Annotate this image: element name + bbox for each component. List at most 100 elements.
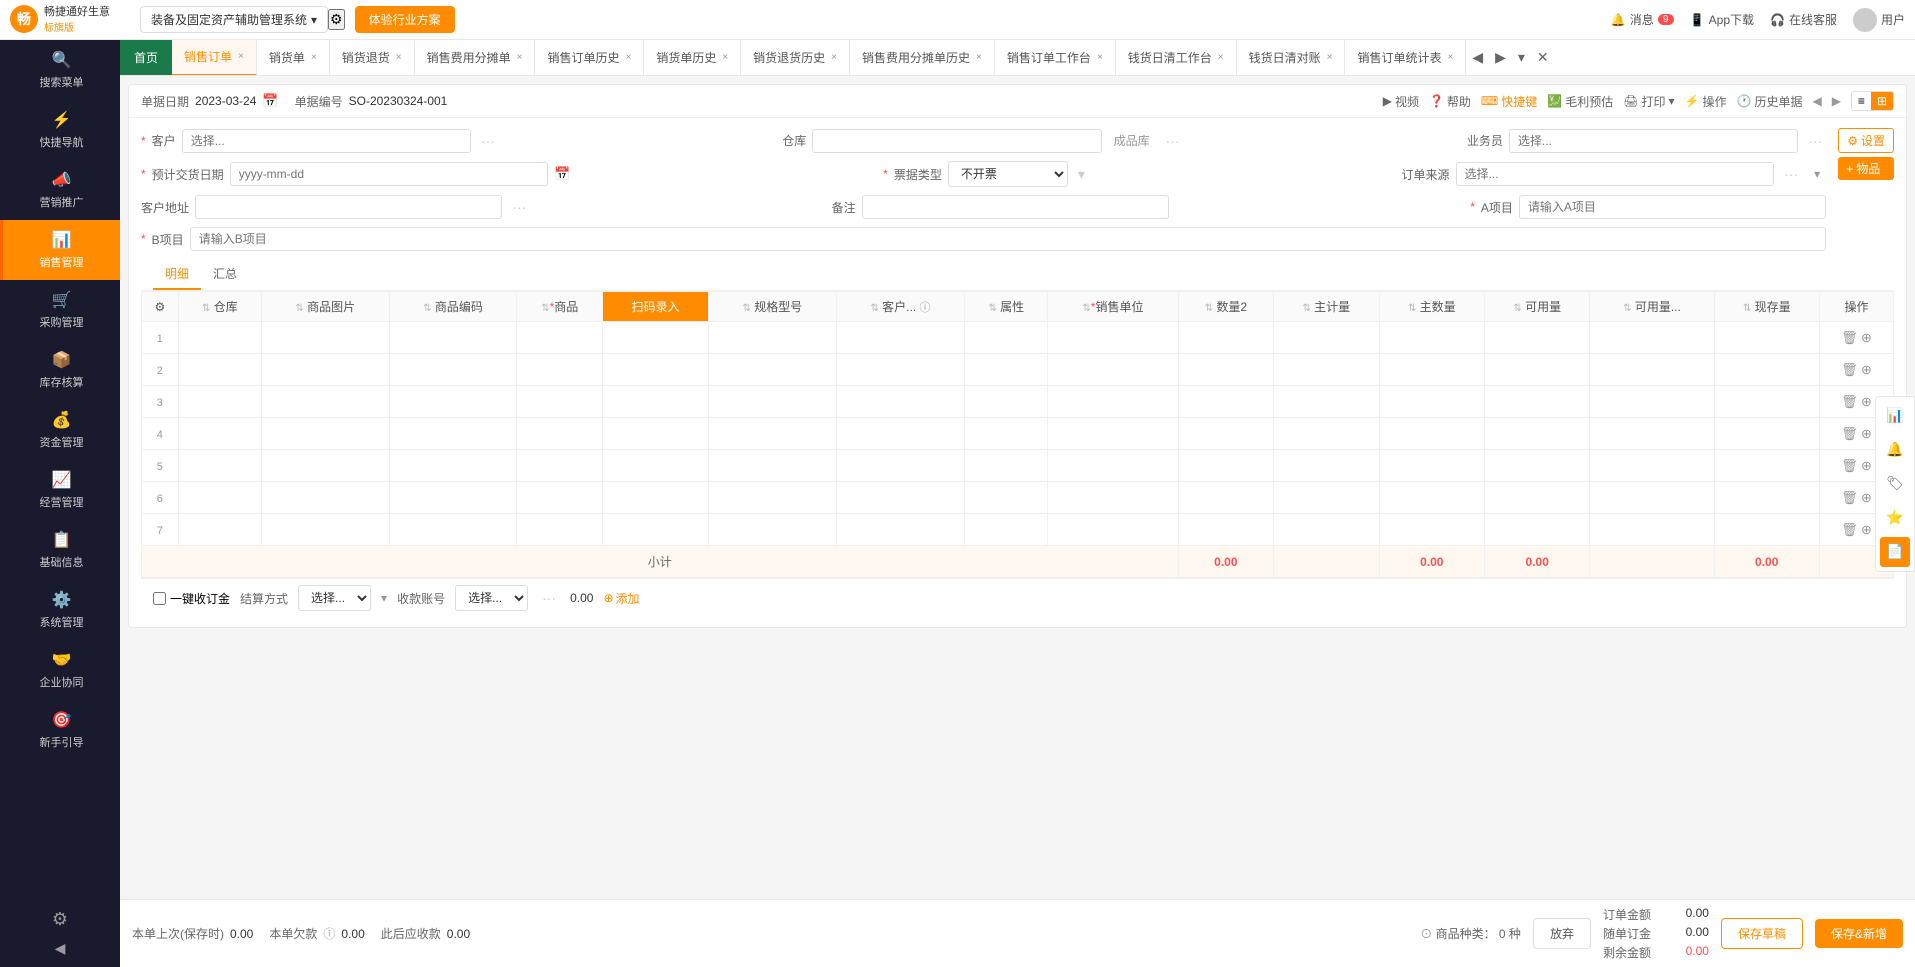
sidebar-item-collab[interactable]: 🤝 企业协同 — [0, 640, 120, 700]
tab-home[interactable]: 首页 — [120, 40, 172, 76]
row-7-name[interactable] — [517, 514, 603, 546]
row-3-delete-btn[interactable]: 🗑 — [1841, 394, 1858, 409]
row-2-attribute[interactable] — [965, 354, 1048, 386]
tab-close-fee-history[interactable]: × — [976, 52, 982, 63]
order-source-dropdown-icon[interactable]: ▾ — [1808, 163, 1826, 185]
shortcut-btn[interactable]: ⌨ 快捷键 — [1481, 93, 1537, 110]
tab-close-order-stats[interactable]: × — [1447, 52, 1453, 63]
addr-more-icon[interactable]: ··· — [508, 199, 530, 215]
row-4-code[interactable] — [389, 418, 517, 450]
customer-input[interactable] — [182, 129, 471, 153]
right-sidebar-btn-4[interactable]: ⭐ — [1880, 503, 1910, 533]
tab-order-history[interactable]: 销售订单历史 × — [535, 40, 644, 76]
row-1-custcode[interactable] — [836, 322, 964, 354]
row-4-qty2[interactable] — [1178, 418, 1274, 450]
tab-sales-invoice[interactable]: 销货单 × — [257, 40, 330, 76]
tab-fee-history[interactable]: 销售费用分摊单历史 × — [850, 40, 995, 76]
row-7-copy-btn[interactable]: ⊕ — [1861, 522, 1872, 537]
row-3-attribute[interactable] — [965, 386, 1048, 418]
tab-daily-reconcile[interactable]: 钱货日清对账 × — [1237, 40, 1346, 76]
sidebar-item-basic-info[interactable]: 📋 基础信息 — [0, 520, 120, 580]
settings-gear-icon[interactable]: ⚙ — [328, 9, 345, 30]
row-3-code[interactable] — [389, 386, 517, 418]
profit-btn[interactable]: 💹 毛利预估 — [1547, 93, 1613, 110]
sort-mainunit-icon[interactable]: ⇅ — [1302, 303, 1310, 314]
sort-name-icon[interactable]: ⇅ — [541, 303, 549, 314]
row-1-code[interactable] — [389, 322, 517, 354]
row-6-code[interactable] — [389, 482, 517, 514]
sort-qty2-icon[interactable]: ⇅ — [1205, 303, 1213, 314]
customer-addr-input[interactable] — [195, 195, 502, 219]
sort-code-icon[interactable]: ⇅ — [423, 303, 431, 314]
row-4-spec[interactable] — [709, 418, 837, 450]
row-1-mainqty[interactable] — [1379, 322, 1484, 354]
warehouse-input[interactable] — [812, 129, 1101, 153]
row-6-delete-btn[interactable]: 🗑 — [1841, 490, 1858, 505]
sidebar-item-guide[interactable]: 🎯 新手引导 — [0, 700, 120, 760]
row-6-attribute[interactable] — [965, 482, 1048, 514]
row-5-name[interactable] — [517, 450, 603, 482]
help-btn[interactable]: ❓ 帮助 — [1429, 93, 1471, 110]
tab-menu-btn[interactable]: ▾ — [1512, 40, 1531, 76]
sidebar-item-system[interactable]: ⚙️ 系统管理 — [0, 580, 120, 640]
history-next-btn[interactable]: ▶ — [1832, 94, 1841, 108]
row-1-unit[interactable] — [1048, 322, 1178, 354]
row-1-copy-btn[interactable]: ⊕ — [1861, 330, 1872, 345]
sort-available-icon[interactable]: ⇅ — [1513, 303, 1521, 314]
row-7-spec[interactable] — [709, 514, 837, 546]
calendar-icon[interactable]: 📅 — [262, 93, 278, 109]
sort-custcode-icon[interactable]: ⇅ — [870, 303, 878, 314]
row-2-code[interactable] — [389, 354, 517, 386]
row-4-custcode[interactable] — [836, 418, 964, 450]
salesman-more-icon[interactable]: ··· — [1804, 133, 1826, 149]
row-6-qty2[interactable] — [1178, 482, 1274, 514]
row-2-qty2[interactable] — [1178, 354, 1274, 386]
salesman-input[interactable] — [1509, 129, 1798, 153]
row-1-spec[interactable] — [709, 322, 837, 354]
row-6-warehouse[interactable] — [178, 482, 261, 514]
row-6-mainqty[interactable] — [1379, 482, 1484, 514]
payment-chevron-icon[interactable]: ▾ — [381, 591, 387, 605]
row-5-spec[interactable] — [709, 450, 837, 482]
tab-close-sales-order[interactable]: × — [238, 51, 244, 62]
payment-method-select[interactable]: 选择... — [298, 585, 371, 611]
tab-order-stats[interactable]: 销售订单统计表 × — [1345, 40, 1466, 76]
tab-return-history[interactable]: 销货退货历史 × — [741, 40, 850, 76]
order-source-more-icon[interactable]: ··· — [1780, 166, 1802, 182]
sidebar-item-purchase[interactable]: 🛒 采购管理 — [0, 280, 120, 340]
row-2-name[interactable] — [517, 354, 603, 386]
tab-close-invoice-history[interactable]: × — [722, 52, 728, 63]
sidebar-item-inventory[interactable]: 📦 库存核算 — [0, 340, 120, 400]
row-6-spec[interactable] — [709, 482, 837, 514]
list-view-btn[interactable]: ≡ — [1852, 92, 1871, 110]
row-2-spec[interactable] — [709, 354, 837, 386]
row-6-custcode[interactable] — [836, 482, 964, 514]
tab-sales-order[interactable]: 销售订单 × — [172, 40, 257, 76]
tab-sales-fee[interactable]: 销售费用分摊单 × — [415, 40, 536, 76]
row-5-copy-btn[interactable]: ⊕ — [1861, 458, 1872, 473]
sort-image-icon[interactable]: ⇅ — [295, 303, 303, 314]
col-gear[interactable]: ⚙ — [142, 292, 179, 322]
row-3-custcode[interactable] — [836, 386, 964, 418]
discard-btn[interactable]: 放弃 — [1533, 918, 1591, 949]
table-gear-icon[interactable]: ⚙ — [154, 300, 165, 314]
row-3-spec[interactable] — [709, 386, 837, 418]
delivery-calendar-icon[interactable]: 📅 — [554, 166, 570, 182]
row-7-warehouse[interactable] — [178, 514, 261, 546]
warehouse-more-icon[interactable]: ··· — [1162, 133, 1184, 149]
sidebar-settings-btn[interactable]: ⚙ — [52, 909, 68, 930]
row-6-unit[interactable] — [1048, 482, 1178, 514]
row-5-mainqty[interactable] — [1379, 450, 1484, 482]
tab-close-sales-fee[interactable]: × — [517, 52, 523, 63]
invoice-more-icon[interactable]: ▾ — [1074, 166, 1089, 183]
delivery-date-input[interactable] — [230, 162, 549, 186]
online-service-btn[interactable]: 🎧 在线客服 — [1770, 11, 1837, 28]
tab-invoice-history[interactable]: 销货单历史 × — [644, 40, 741, 76]
account-select[interactable]: 选择... — [455, 585, 528, 611]
row-4-delete-btn[interactable]: 🗑 — [1841, 426, 1858, 441]
row-4-unit[interactable] — [1048, 418, 1178, 450]
right-sidebar-btn-5[interactable]: 📄 — [1880, 537, 1910, 567]
row-5-unit[interactable] — [1048, 450, 1178, 482]
save-draft-btn[interactable]: 保存草稿 — [1721, 918, 1803, 949]
row-6-name[interactable] — [517, 482, 603, 514]
